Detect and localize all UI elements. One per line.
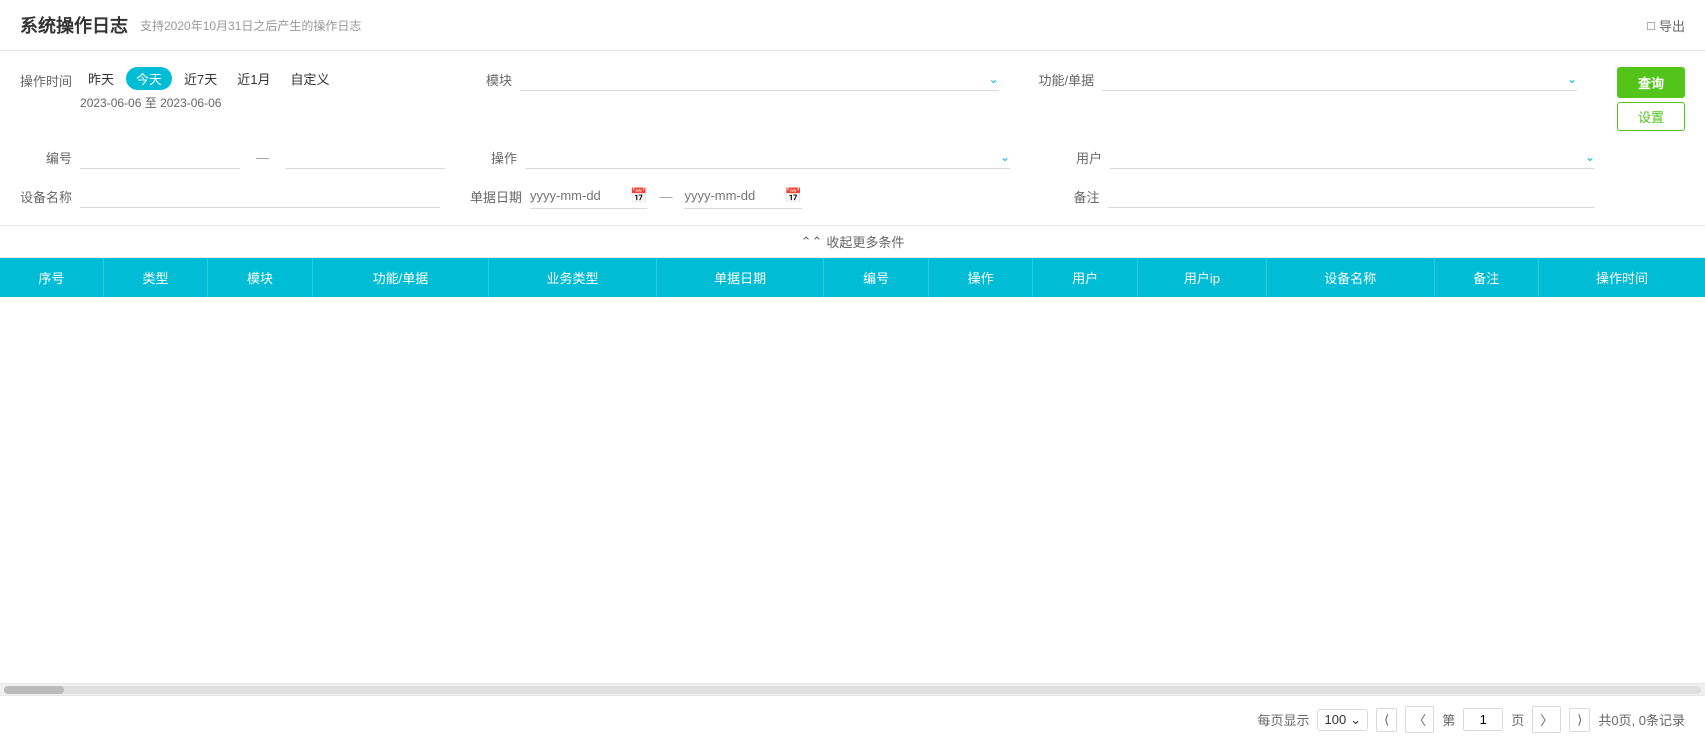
number-separator: — [256,150,269,165]
date-range-group: 📅 — 📅 [530,183,802,209]
empty-table-area [0,297,1705,647]
next-page-button[interactable]: 〉 [1532,706,1561,733]
scrollbar-thumb[interactable] [4,686,64,694]
device-input-wrap [80,184,440,208]
remark-input[interactable] [1108,188,1596,203]
table-header-row: 序号 类型 模块 功能/单据 业务类型 单据日期 编号 操作 用户 用户ip 设… [0,258,1705,297]
col-header-operation: 操作 [928,258,1032,297]
calendar-from-icon[interactable]: 📅 [630,187,647,204]
col-header-user: 用户 [1033,258,1137,297]
number-label: 编号 [20,148,80,167]
module-dropdown[interactable]: ⌄ [520,67,999,91]
col-header-biz-type: 业务类型 [489,258,657,297]
number-from-input[interactable] [80,149,240,164]
collapse-label: 收起更多条件 [826,232,904,251]
user-input[interactable] [1110,149,1581,164]
time-btn-1month[interactable]: 近1月 [229,67,278,90]
remark-label: 备注 [1048,187,1108,206]
calendar-to-icon[interactable]: 📅 [784,187,801,204]
page-title: 系统操作日志 [20,12,128,38]
collapse-bar[interactable]: ⌃⌃ 收起更多条件 [0,226,1705,258]
export-button[interactable]: □ 导出 [1647,16,1685,35]
scrollbar-track [4,686,1701,694]
date-from-wrap: 📅 [530,183,647,209]
user-label: 用户 [1050,148,1110,167]
export-label: 导出 [1659,16,1685,35]
total-info: 共0页, 0条记录 [1598,710,1685,729]
module-input[interactable] [520,71,984,86]
page-number-input[interactable] [1463,708,1503,731]
page-size-select[interactable]: 100 ⌄ [1317,709,1368,731]
device-label: 设备名称 [20,187,80,206]
date-to-wrap: 📅 [684,183,801,209]
module-label: 模块 [460,70,520,89]
date-from-input[interactable] [530,188,630,203]
time-btn-custom[interactable]: 自定义 [283,67,338,90]
operation-dropdown-arrow: ⌄ [1000,150,1010,164]
col-header-number: 编号 [824,258,928,297]
col-header-user-ip: 用户ip [1137,258,1266,297]
operation-input[interactable] [525,149,996,164]
prev-page-button[interactable]: 〈 [1405,706,1434,733]
horizontal-scrollbar[interactable] [0,683,1705,695]
time-filter-label: 操作时间 [20,67,80,90]
col-header-voucher-date: 单据日期 [656,258,824,297]
number-to-input-wrap [285,145,445,169]
time-range-display: 2023-06-06 至 2023-06-06 [80,94,338,111]
date-to-input[interactable] [684,188,784,203]
col-header-module: 模块 [208,258,312,297]
voucher-date-label: 单据日期 [460,187,530,206]
number-from-input-wrap [80,145,240,169]
page-label: 第 [1442,710,1455,729]
time-btn-7days[interactable]: 近7天 [176,67,225,90]
col-header-index: 序号 [0,258,103,297]
page-size-value: 100 [1324,712,1346,727]
col-header-device: 设备名称 [1266,258,1434,297]
pagination-bar: 每页显示 100 ⌄ ⟨ 〈 第 页 〉 ⟩ 共0页, 0条记录 [0,695,1705,743]
number-to-input[interactable] [285,149,445,164]
date-separator: — [659,189,672,204]
col-header-type: 类型 [103,258,207,297]
remark-input-wrap [1108,184,1596,208]
operation-dropdown[interactable]: ⌄ [525,145,1010,169]
export-icon: □ [1647,18,1655,33]
per-page-label: 每页显示 [1257,710,1309,729]
module-dropdown-arrow: ⌄ [988,72,998,86]
last-page-button[interactable]: ⟩ [1569,708,1590,732]
settings-button[interactable]: 设置 [1617,102,1685,131]
user-dropdown[interactable]: ⌄ [1110,145,1595,169]
time-btn-today[interactable]: 今天 [126,67,172,90]
device-input[interactable] [80,188,440,203]
function-dropdown[interactable]: ⌄ [1102,67,1577,91]
table-container: 序号 类型 模块 功能/单据 业务类型 单据日期 编号 操作 用户 用户ip 设… [0,258,1705,683]
collapse-button[interactable]: ⌃⌃ 收起更多条件 [801,232,905,251]
collapse-chevron-icon: ⌃⌃ [801,234,823,250]
function-label: 功能/单据 [1039,70,1103,89]
query-button[interactable]: 查询 [1617,67,1685,98]
col-header-op-time: 操作时间 [1539,258,1705,297]
col-header-remark: 备注 [1434,258,1538,297]
page-subtitle: 支持2020年10月31日之后产生的操作日志 [140,17,361,34]
action-buttons-area: 查询 设置 [1617,67,1685,131]
first-page-button[interactable]: ⟨ [1376,708,1397,732]
function-input[interactable] [1102,71,1563,86]
col-header-function: 功能/单据 [312,258,488,297]
operation-label: 操作 [465,148,525,167]
page-unit: 页 [1511,710,1524,729]
data-table: 序号 类型 模块 功能/单据 业务类型 单据日期 编号 操作 用户 用户ip 设… [0,258,1705,647]
function-dropdown-arrow: ⌄ [1567,72,1577,86]
page-size-arrow: ⌄ [1350,712,1361,728]
time-btn-yesterday[interactable]: 昨天 [80,67,122,90]
user-dropdown-arrow: ⌄ [1585,150,1595,164]
